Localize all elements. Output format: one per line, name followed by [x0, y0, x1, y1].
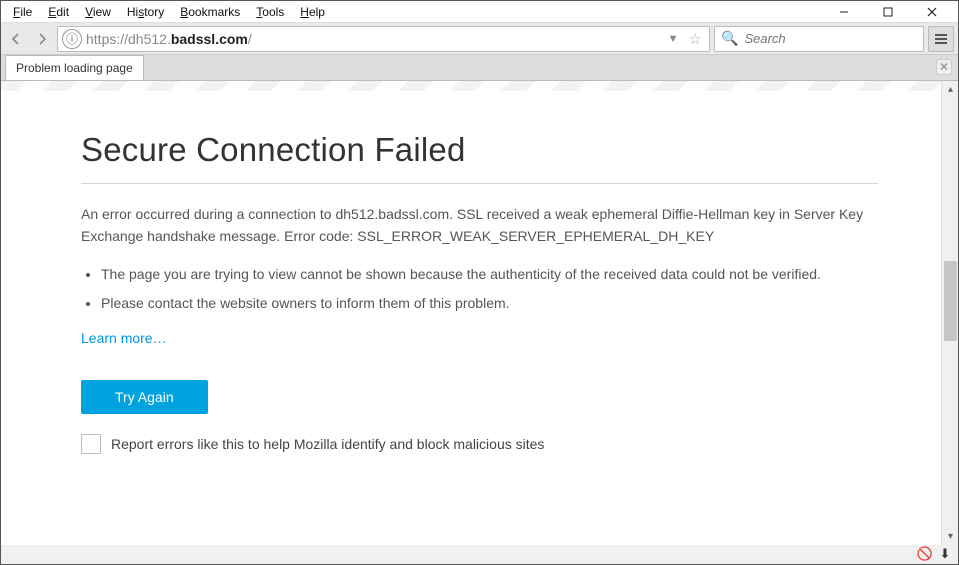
tab-title: Problem loading page: [16, 61, 133, 75]
forward-arrow-icon: [35, 32, 49, 46]
navigation-toolbar: ⓘ https://dh512.badssl.com/ ▼ ☆ 🔍: [1, 23, 958, 55]
search-icon: 🔍: [721, 30, 738, 47]
hamburger-icon: [934, 33, 948, 45]
menu-button[interactable]: [928, 26, 954, 52]
warning-stripes: [1, 81, 958, 91]
tab-strip: Problem loading page ✕: [1, 55, 958, 81]
url-domain: badssl.com: [171, 31, 248, 47]
menu-view[interactable]: View: [77, 3, 119, 21]
download-arrow-icon[interactable]: ⬇: [937, 546, 953, 562]
url-dropdown-icon[interactable]: ▼: [665, 33, 682, 45]
tab-close-button[interactable]: ✕: [936, 59, 952, 75]
report-checkbox[interactable]: [81, 434, 101, 454]
report-label: Report errors like this to help Mozilla …: [111, 436, 544, 452]
window-controls: [822, 1, 954, 23]
search-box[interactable]: 🔍: [714, 26, 924, 52]
url-text[interactable]: https://dh512.badssl.com/: [86, 31, 661, 47]
report-row: Report errors like this to help Mozilla …: [81, 434, 878, 454]
menu-bar: File Edit View History Bookmarks Tools H…: [1, 1, 958, 23]
back-arrow-icon: [9, 32, 23, 46]
menu-history[interactable]: History: [119, 3, 172, 21]
error-bullet-1: The page you are trying to view cannot b…: [101, 263, 878, 285]
menu-tools[interactable]: Tools: [248, 3, 292, 21]
url-bar[interactable]: ⓘ https://dh512.badssl.com/ ▼ ☆: [57, 26, 710, 52]
noscript-icon[interactable]: 🚫: [917, 546, 933, 562]
back-button[interactable]: [5, 28, 27, 50]
try-again-button[interactable]: Try Again: [81, 380, 208, 414]
error-description: An error occurred during a connection to…: [81, 204, 878, 247]
status-bar: 🚫 ⬇: [913, 545, 957, 563]
learn-more-link[interactable]: Learn more…: [81, 330, 167, 346]
menu-help[interactable]: Help: [292, 3, 333, 21]
close-icon: [927, 7, 937, 17]
vertical-scrollbar[interactable]: ▴ ▾: [941, 81, 958, 545]
scroll-down-arrow-icon[interactable]: ▾: [942, 528, 958, 545]
forward-button[interactable]: [31, 28, 53, 50]
scroll-up-arrow-icon[interactable]: ▴: [942, 81, 958, 98]
maximize-button[interactable]: [866, 1, 910, 23]
url-prefix: https://dh512.: [86, 31, 171, 47]
content-area: ▴ ▾ Secure Connection Failed An error oc…: [1, 81, 958, 545]
bookmark-star-icon[interactable]: ☆: [686, 30, 705, 48]
error-bullets: The page you are trying to view cannot b…: [81, 263, 878, 314]
close-button[interactable]: [910, 1, 954, 23]
tab-active[interactable]: Problem loading page: [5, 55, 144, 80]
menu-file[interactable]: File: [5, 3, 40, 21]
scroll-thumb[interactable]: [944, 261, 957, 341]
url-suffix: /: [248, 31, 252, 47]
minimize-button[interactable]: [822, 1, 866, 23]
minimize-icon: [839, 7, 849, 17]
error-heading: Secure Connection Failed: [81, 131, 878, 184]
maximize-icon: [883, 7, 893, 17]
error-bullet-2: Please contact the website owners to inf…: [101, 292, 878, 314]
identity-info-icon[interactable]: ⓘ: [62, 29, 82, 49]
error-page: Secure Connection Failed An error occurr…: [1, 91, 958, 474]
menu-edit[interactable]: Edit: [40, 3, 77, 21]
menu-bookmarks[interactable]: Bookmarks: [172, 3, 248, 21]
search-input[interactable]: [744, 31, 917, 46]
